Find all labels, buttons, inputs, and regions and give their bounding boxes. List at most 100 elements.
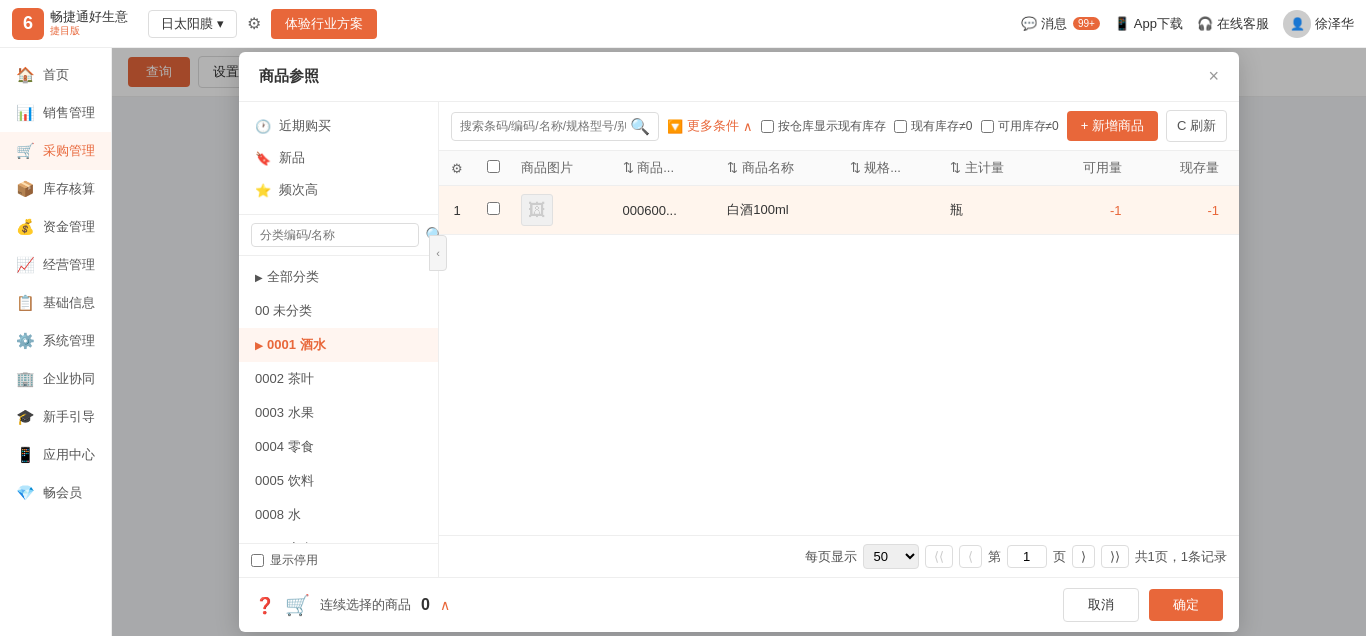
shortcut-recent[interactable]: 🕐 近期购买 <box>239 110 438 142</box>
code-col-header[interactable]: ⇅ 商品... <box>613 151 718 186</box>
add-product-button[interactable]: + 新增商品 <box>1067 111 1158 141</box>
collapse-panel-button[interactable]: ‹ <box>429 235 447 271</box>
sidebar-item-sales[interactable]: 📊 销售管理 <box>0 94 111 132</box>
cart-icon[interactable]: 🛒 <box>285 593 310 617</box>
sidebar-item-purchase[interactable]: 🛒 采购管理 <box>0 132 111 170</box>
sidebar-item-member[interactable]: 💎 畅会员 <box>0 474 111 512</box>
app-download-button[interactable]: 📱 App下载 <box>1114 15 1183 33</box>
category-panel: 🕐 近期购买 🔖 新品 ⭐ 频次高 <box>239 102 439 577</box>
trial-button[interactable]: 体验行业方案 <box>271 9 377 39</box>
page-number-input[interactable] <box>1007 545 1047 568</box>
modal-close-button[interactable]: × <box>1208 66 1219 87</box>
warehouse-stock-checkbox[interactable] <box>761 120 774 133</box>
enterprise-icon: 🏢 <box>16 370 35 388</box>
filter-check-warehouse[interactable]: 按仓库显示现有库存 <box>761 118 886 135</box>
logo-text: 畅捷通好生意 捷目版 <box>50 9 128 39</box>
more-conditions-button[interactable]: 🔽 更多条件 ∧ <box>667 117 753 135</box>
category-search: 🔍 <box>239 215 438 256</box>
category-snacks[interactable]: 0004 零食 <box>239 430 438 464</box>
collapse-footer-button[interactable]: ∧ <box>440 597 450 613</box>
first-page-button[interactable]: ⟨⟨ <box>925 545 953 568</box>
top-nav: 6 畅捷通好生意 捷目版 日太阳膜 ▾ ⚙ 体验行业方案 💬 消息 99+ 📱 … <box>0 0 1366 48</box>
store-selector[interactable]: 日太阳膜 ▾ <box>148 10 237 38</box>
checkbox-col-header <box>475 151 511 186</box>
category-unclassified[interactable]: 00 未分类 <box>239 294 438 328</box>
table-header-row: ⚙ 商品图片 ⇅ 商品... ⇅ 商品名称 ⇅ 规格... ⇅ 主计量 可用量 <box>439 151 1239 186</box>
message-icon: 💬 <box>1021 16 1037 31</box>
category-all[interactable]: ▶ 全部分类 <box>239 260 438 294</box>
online-service-button[interactable]: 🎧 在线客服 <box>1197 15 1269 33</box>
modal-title: 商品参照 <box>259 67 319 86</box>
shortcut-frequent[interactable]: ⭐ 频次高 <box>239 174 438 206</box>
category-fruit[interactable]: 0003 水果 <box>239 396 438 430</box>
refresh-button[interactable]: C 刷新 <box>1166 110 1227 142</box>
row-stock: -1 <box>1142 186 1239 235</box>
image-col-header: 商品图片 <box>511 151 613 186</box>
sidebar-item-system[interactable]: ⚙️ 系统管理 <box>0 322 111 360</box>
sidebar-item-guide[interactable]: 🎓 新手引导 <box>0 398 111 436</box>
cancel-button[interactable]: 取消 <box>1063 588 1139 622</box>
modal-header: 商品参照 × <box>239 52 1239 102</box>
page-size-select[interactable]: 10 20 50 100 <box>863 544 919 569</box>
headset-icon: 🎧 <box>1197 16 1213 31</box>
sidebar-item-enterprise[interactable]: 🏢 企业协同 <box>0 360 111 398</box>
name-col-header[interactable]: ⇅ 商品名称 <box>717 151 839 186</box>
product-search-input[interactable] <box>460 119 626 133</box>
modal-body: 🕐 近期购买 🔖 新品 ⭐ 频次高 <box>239 102 1239 577</box>
sidebar-item-apps[interactable]: 📱 应用中心 <box>0 436 111 474</box>
category-list: ▶ 全部分类 00 未分类 ▶ 0001 酒水 0002 茶 <box>239 256 438 543</box>
search-icon[interactable]: 🔍 <box>630 117 650 136</box>
filter-icon: 🔽 <box>667 119 683 134</box>
available-col-header: 可用量 <box>1044 151 1141 186</box>
clock-icon: 🕐 <box>255 119 271 134</box>
category-water[interactable]: 0008 水 <box>239 498 438 532</box>
category-tea[interactable]: 0002 茶叶 <box>239 362 438 396</box>
spec-col-header[interactable]: ⇅ 规格... <box>840 151 941 186</box>
user-profile[interactable]: 👤 徐泽华 <box>1283 10 1354 38</box>
nav-right: 💬 消息 99+ 📱 App下载 🎧 在线客服 👤 徐泽华 <box>1021 10 1354 38</box>
category-shortcuts: 🕐 近期购买 🔖 新品 ⭐ 频次高 <box>239 102 438 215</box>
member-icon: 💎 <box>16 484 35 502</box>
shortcut-new[interactable]: 🔖 新品 <box>239 142 438 174</box>
inventory-icon: 📦 <box>16 180 35 198</box>
show-disabled-row: 显示停用 <box>239 543 438 577</box>
row-select-checkbox[interactable] <box>487 202 500 215</box>
filter-check-available-stock[interactable]: 可用库存≠0 <box>981 118 1059 135</box>
help-icon[interactable]: ❓ <box>255 596 275 615</box>
category-search-input[interactable] <box>251 223 419 247</box>
sidebar-item-basics[interactable]: 📋 基础信息 <box>0 284 111 322</box>
settings-col-header[interactable]: ⚙ <box>439 151 475 186</box>
row-checkbox[interactable] <box>475 186 511 235</box>
cart-count: 0 <box>421 596 430 614</box>
arrow-right-icon: ▶ <box>255 272 263 283</box>
messages-button[interactable]: 💬 消息 99+ <box>1021 15 1100 33</box>
next-page-button[interactable]: ⟩ <box>1072 545 1095 568</box>
category-drinks[interactable]: 0005 饮料 <box>239 464 438 498</box>
available-stock-checkbox[interactable] <box>981 120 994 133</box>
sidebar: 🏠 首页 📊 销售管理 🛒 采购管理 📦 库存核算 💰 资金管理 📈 经营管理 … <box>0 48 112 636</box>
last-page-button[interactable]: ⟩⟩ <box>1101 545 1129 568</box>
table-row[interactable]: 1 🖼 000600... 白酒100ml 瓶 <box>439 186 1239 235</box>
unit-col-header[interactable]: ⇅ 主计量 <box>940 151 1044 186</box>
filter-check-current-stock[interactable]: 现有库存≠0 <box>894 118 972 135</box>
sidebar-item-finance[interactable]: 💰 资金管理 <box>0 208 111 246</box>
home-icon: 🏠 <box>16 66 35 84</box>
sidebar-item-home[interactable]: 🏠 首页 <box>0 56 111 94</box>
phone-icon: 📱 <box>1114 16 1130 31</box>
product-image: 🖼 <box>521 194 553 226</box>
category-appliances[interactable]: 0010 家电 <box>239 532 438 543</box>
prev-page-button[interactable]: ⟨ <box>959 545 982 568</box>
gear-icon[interactable]: ⚙ <box>247 14 261 33</box>
logo-icon: 6 <box>12 8 44 40</box>
show-disabled-checkbox[interactable] <box>251 554 264 567</box>
sidebar-item-operations[interactable]: 📈 经营管理 <box>0 246 111 284</box>
select-all-checkbox[interactable] <box>487 160 500 173</box>
current-stock-checkbox[interactable] <box>894 120 907 133</box>
avatar: 👤 <box>1283 10 1311 38</box>
guide-icon: 🎓 <box>16 408 35 426</box>
sidebar-item-inventory[interactable]: 📦 库存核算 <box>0 170 111 208</box>
category-liquor[interactable]: ▶ 0001 酒水 <box>239 328 438 362</box>
modal-footer: ❓ 🛒 连续选择的商品 0 ∧ 取消 确定 <box>239 577 1239 632</box>
confirm-button[interactable]: 确定 <box>1149 589 1223 621</box>
row-spec <box>840 186 941 235</box>
